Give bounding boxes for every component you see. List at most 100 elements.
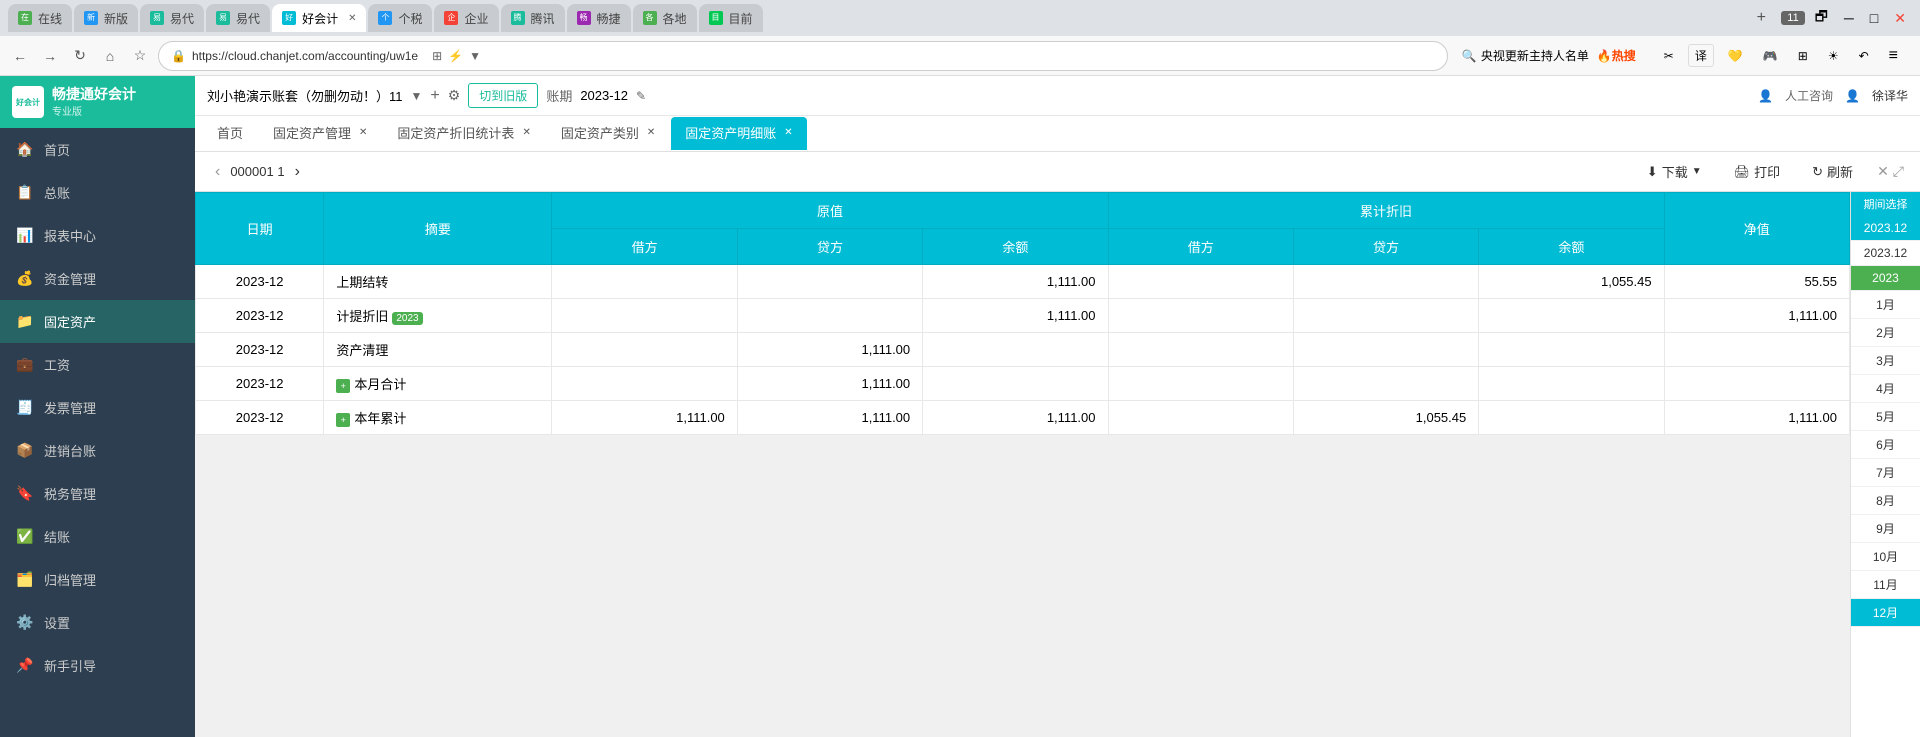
period-item-8[interactable]: 6月	[1851, 431, 1920, 459]
content-tab-close-3[interactable]: ✕	[647, 127, 655, 138]
edit-period-icon[interactable]: ✎	[636, 89, 646, 103]
tab-label-9: 各地	[663, 10, 687, 27]
period-item-4[interactable]: 2月	[1851, 319, 1920, 347]
period-item-9[interactable]: 7月	[1851, 459, 1920, 487]
browser-tab-9[interactable]: 各各地	[633, 4, 697, 32]
download-button[interactable]: ⬇ 下载 ▼	[1639, 158, 1710, 185]
browser-tab-2[interactable]: 易易代	[140, 4, 204, 32]
period-item-7[interactable]: 5月	[1851, 403, 1920, 431]
tab-close-4[interactable]: ✕	[348, 13, 356, 24]
sidebar-item-首页[interactable]: 🏠 首页	[0, 128, 195, 171]
restore-window-icon[interactable]: 🗗	[1809, 4, 1834, 32]
browser-tab-10[interactable]: 目目前	[699, 4, 763, 32]
cell-2-orig-credit: 1,111.00	[737, 333, 922, 367]
content-tab-0[interactable]: 首页	[203, 117, 257, 150]
period-item-1[interactable]: 2023.12	[1851, 241, 1920, 266]
switch-version-button[interactable]: 切到旧版	[468, 83, 538, 108]
row-expand-icon[interactable]: +	[336, 379, 350, 393]
print-button[interactable]: 🖨 打印	[1726, 158, 1789, 185]
cast-icon[interactable]: ⚡	[448, 49, 463, 63]
period-item-13[interactable]: 11月	[1851, 571, 1920, 599]
refresh-button[interactable]: ↻ 刷新	[1804, 158, 1861, 185]
content-tab-close-1[interactable]: ✕	[359, 127, 367, 138]
period-item-14[interactable]: 12月	[1851, 599, 1920, 627]
period-item-5[interactable]: 3月	[1851, 347, 1920, 375]
browser-tab-3[interactable]: 易易代	[206, 4, 270, 32]
cell-2-dep-debit	[1108, 333, 1293, 367]
browser-tab-8[interactable]: 畅畅捷	[567, 4, 631, 32]
browser-tab-4[interactable]: 好好会计✕	[272, 4, 366, 32]
sidebar-item-设置[interactable]: ⚙️ 设置	[0, 601, 195, 644]
menu-icon[interactable]: ≡	[1883, 45, 1904, 67]
prev-arrow[interactable]: ‹	[211, 163, 224, 181]
close-window-icon[interactable]: ✕	[1888, 8, 1912, 29]
user-name-label[interactable]: 徐译华	[1872, 87, 1908, 104]
hot-search-label[interactable]: 🔥热搜	[1597, 47, 1636, 64]
sidebar-item-新手引导[interactable]: 📌 新手引导	[0, 644, 195, 687]
sidebar-item-总账[interactable]: 📋 总账	[0, 171, 195, 214]
url-bar[interactable]: 🔒 https://cloud.chanjet.com/accounting/u…	[158, 41, 1448, 71]
qr-icon[interactable]: ⊞	[432, 49, 442, 63]
browser-tab-0[interactable]: 在在线	[8, 4, 72, 32]
add-account-icon[interactable]: +	[430, 87, 439, 105]
sidebar-item-归档管理[interactable]: 🗂️ 归档管理	[0, 558, 195, 601]
expand-panel-icon[interactable]: ⤢	[1893, 163, 1904, 180]
period-item-2[interactable]: 2023	[1851, 266, 1920, 291]
cell-2-orig-balance	[923, 333, 1108, 367]
sidebar-label-12: 新手引导	[44, 656, 96, 675]
bookmark-button[interactable]: ☆	[128, 44, 152, 68]
period-item-0[interactable]: 2023.12	[1851, 216, 1920, 241]
refresh-button[interactable]: ↻	[68, 44, 92, 68]
dropdown-icon[interactable]: ▼	[411, 89, 423, 103]
period-item-10[interactable]: 8月	[1851, 487, 1920, 515]
brightness-icon[interactable]: ☀	[1822, 47, 1845, 65]
content-tab-close-4[interactable]: ✕	[784, 127, 792, 138]
close-panel-icon[interactable]: ✕	[1877, 163, 1889, 180]
home-button[interactable]: ⌂	[98, 44, 122, 68]
cell-1-dep-debit	[1108, 299, 1293, 333]
row-expand-icon[interactable]: +	[336, 413, 350, 427]
period-item-12[interactable]: 10月	[1851, 543, 1920, 571]
sidebar-item-资金管理[interactable]: 💰 资金管理	[0, 257, 195, 300]
minimize-icon[interactable]: ─	[1838, 8, 1860, 28]
game-icon[interactable]: 🎮	[1757, 47, 1784, 65]
download-dropdown-icon[interactable]: ▼	[1692, 166, 1702, 177]
browser-tab-1[interactable]: 新新版	[74, 4, 138, 32]
consult-label[interactable]: 人工咨询	[1785, 87, 1833, 104]
tab-label-3: 易代	[236, 10, 260, 27]
content-tab-close-2[interactable]: ✕	[522, 127, 530, 138]
period-item-3[interactable]: 1月	[1851, 291, 1920, 319]
sidebar-item-结账[interactable]: ✅ 结账	[0, 515, 195, 558]
sidebar-item-报表中心[interactable]: 📊 报表中心	[0, 214, 195, 257]
content-tab-3[interactable]: 固定资产类别 ✕	[547, 117, 669, 150]
browser-tab-5[interactable]: 个个税	[368, 4, 432, 32]
sidebar-item-发票管理[interactable]: 🧾 发票管理	[0, 386, 195, 429]
header-summary: 摘要	[324, 193, 552, 265]
sidebar-item-工资[interactable]: 💼 工资	[0, 343, 195, 386]
wallet-icon[interactable]: 💛	[1722, 47, 1749, 65]
browser-tab-6[interactable]: 企企业	[434, 4, 498, 32]
browser-tab-7[interactable]: 腾腾讯	[501, 4, 565, 32]
sidebar-icon-7: 📦	[16, 442, 34, 460]
period-item-6[interactable]: 4月	[1851, 375, 1920, 403]
grid-icon[interactable]: ⊞	[1792, 47, 1814, 65]
new-tab-button[interactable]: +	[1747, 4, 1775, 32]
settings-icon[interactable]: ⚙	[448, 87, 461, 104]
translate-icon[interactable]: 译	[1688, 44, 1714, 67]
forward-button[interactable]: →	[38, 44, 62, 68]
maximize-icon[interactable]: □	[1864, 8, 1884, 28]
scissors-icon[interactable]: ✂	[1658, 47, 1680, 65]
back-button[interactable]: ←	[8, 44, 32, 68]
content-tab-1[interactable]: 固定资产管理 ✕	[259, 117, 381, 150]
content-tab-4[interactable]: 固定资产明细账 ✕	[671, 117, 806, 150]
history-icon[interactable]: ↶	[1853, 47, 1875, 65]
content-tab-2[interactable]: 固定资产折旧统计表 ✕	[383, 117, 544, 150]
sidebar-label-1: 总账	[44, 183, 70, 202]
tab-favicon-7: 腾	[511, 11, 525, 25]
next-arrow[interactable]: ›	[291, 163, 304, 181]
sidebar-item-固定资产[interactable]: 📁 固定资产	[0, 300, 195, 343]
period-item-11[interactable]: 9月	[1851, 515, 1920, 543]
sidebar-item-进销台账[interactable]: 📦 进销台账	[0, 429, 195, 472]
dropdown-arrow-icon[interactable]: ▼	[469, 49, 481, 63]
sidebar-item-税务管理[interactable]: 🔖 税务管理	[0, 472, 195, 515]
